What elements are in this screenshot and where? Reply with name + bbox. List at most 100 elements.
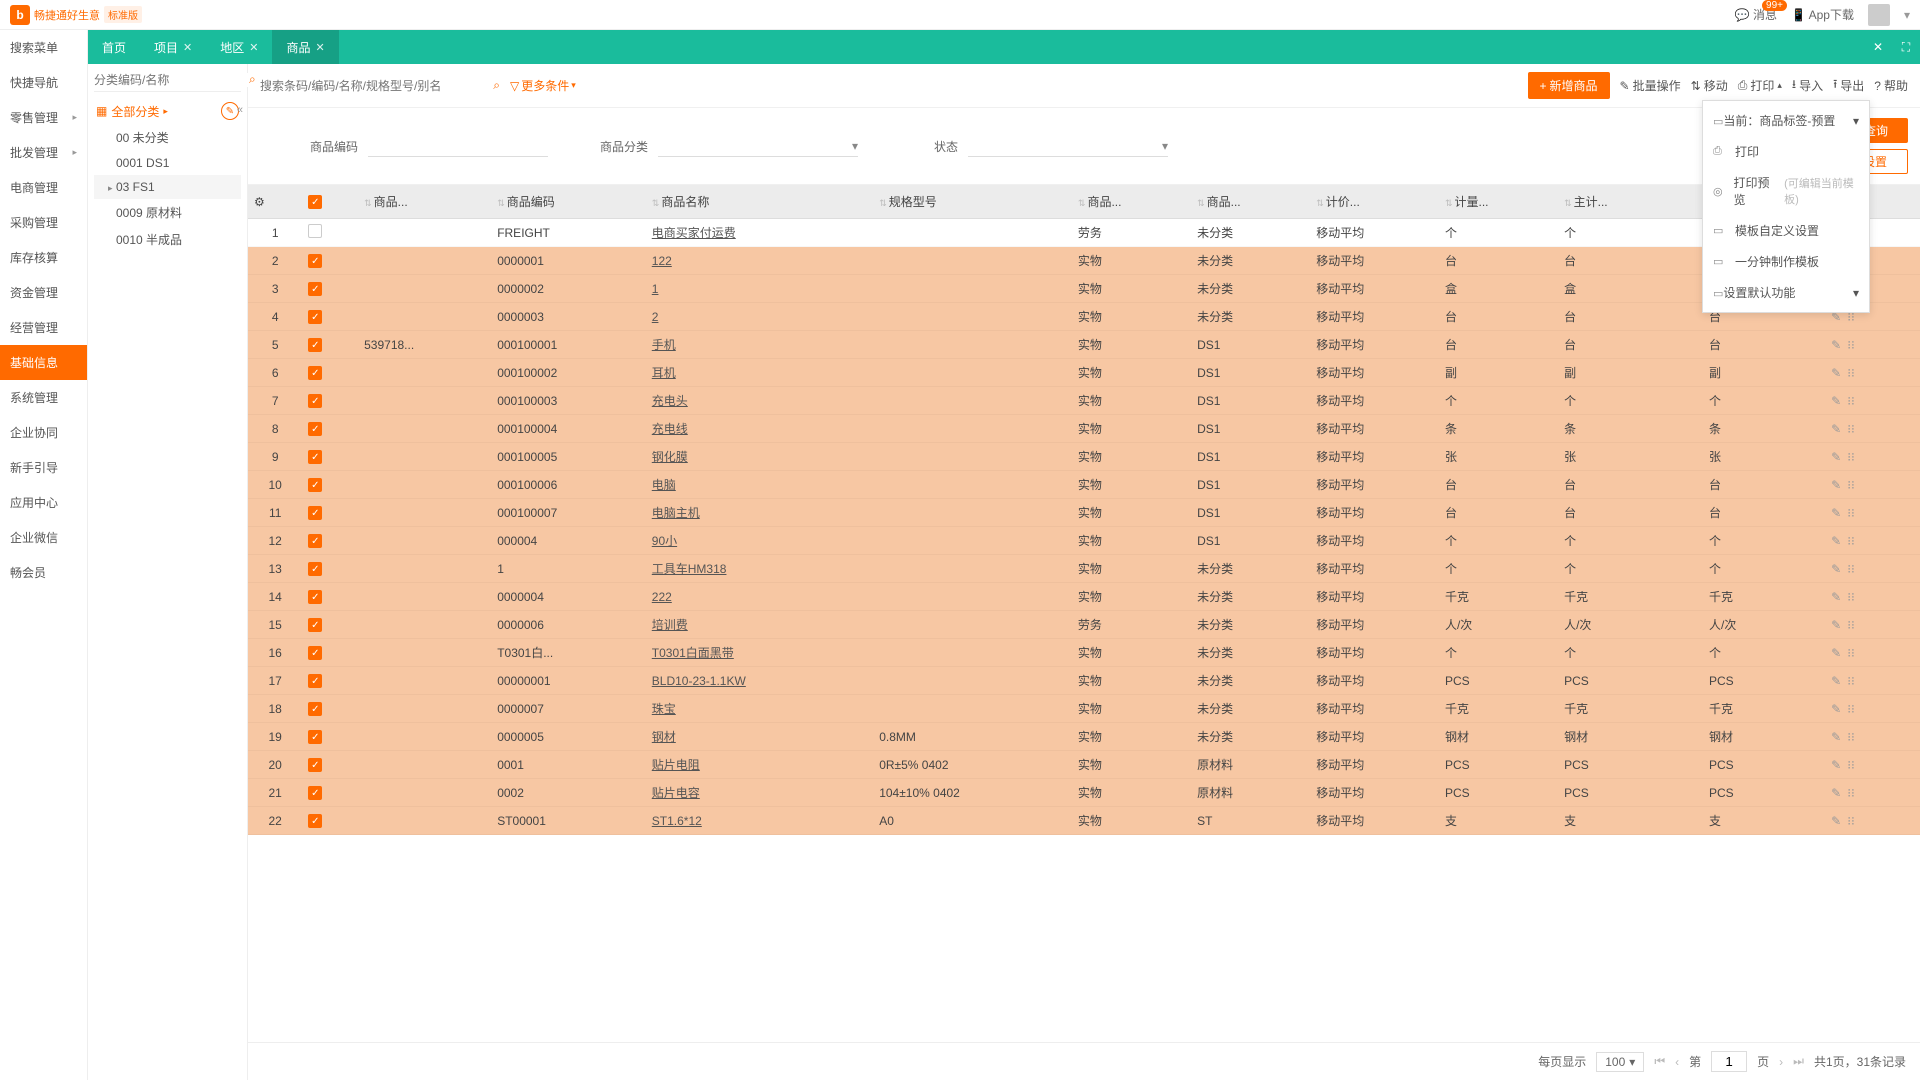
row-checkbox[interactable] xyxy=(308,224,322,238)
table-row[interactable]: 20✓0001贴片电阻0R±5% 0402实物原材料移动平均PCSPCSPCS✎… xyxy=(248,751,1920,779)
row-checkbox[interactable]: ✓ xyxy=(308,366,322,380)
product-name-link[interactable]: 充电线 xyxy=(652,422,688,436)
side-item[interactable]: 系统管理 xyxy=(0,380,87,415)
tree-search-input[interactable] xyxy=(94,73,249,87)
import-action[interactable]: ⭳导入 xyxy=(1792,75,1823,96)
more-row-icon[interactable]: ⁝⁝ xyxy=(1847,646,1855,660)
move-action[interactable]: ⇅移动 xyxy=(1691,77,1728,94)
tab[interactable]: 商品✕ xyxy=(272,30,338,64)
print-item[interactable]: ⎙打印 xyxy=(1703,136,1869,167)
filter-cat-select[interactable]: ▾ xyxy=(658,136,858,157)
first-page-icon[interactable]: ⏮ xyxy=(1654,1054,1665,1069)
table-row[interactable]: 1FREIGHT电商买家付运费劳务未分类移动平均个个个✎⁝⁝ xyxy=(248,219,1920,247)
more-row-icon[interactable]: ⁝⁝ xyxy=(1847,562,1855,576)
more-row-icon[interactable]: ⁝⁝ xyxy=(1847,338,1855,352)
product-name-link[interactable]: 钢化膜 xyxy=(652,450,688,464)
side-item[interactable]: 企业协同 xyxy=(0,415,87,450)
filter-code-input[interactable] xyxy=(368,135,548,157)
next-page-icon[interactable]: › xyxy=(1779,1055,1783,1069)
more-row-icon[interactable]: ⁝⁝ xyxy=(1847,478,1855,492)
table-row[interactable]: 21✓0002贴片电容104±10% 0402实物原材料移动平均PCSPCSPC… xyxy=(248,779,1920,807)
side-item[interactable]: 新手引导 xyxy=(0,450,87,485)
column-header[interactable] xyxy=(1677,185,1703,219)
column-header[interactable]: ⚙ xyxy=(248,185,302,219)
row-checkbox[interactable]: ✓ xyxy=(308,310,322,324)
table-row[interactable]: 6✓000100002耳机实物DS1移动平均副副副✎⁝⁝ xyxy=(248,359,1920,387)
table-row[interactable]: 19✓0000005钢材0.8MM实物未分类移动平均钢材钢材钢材✎⁝⁝ xyxy=(248,723,1920,751)
row-checkbox[interactable]: ✓ xyxy=(308,282,322,296)
edit-row-icon[interactable]: ✎ xyxy=(1831,366,1841,380)
close-icon[interactable]: ✕ xyxy=(249,41,258,54)
collapse-tree-icon[interactable]: « xyxy=(237,104,243,116)
gear-icon[interactable]: ⚙ xyxy=(254,195,265,209)
side-item[interactable]: 资金管理 xyxy=(0,275,87,310)
side-item[interactable]: 搜索菜单 xyxy=(0,30,87,65)
more-filters-link[interactable]: ▽ 更多条件 ▾ xyxy=(510,77,576,94)
edit-row-icon[interactable]: ✎ xyxy=(1831,422,1841,436)
more-row-icon[interactable]: ⁝⁝ xyxy=(1847,702,1855,716)
tree-node[interactable]: 0009 原材料 xyxy=(94,199,241,226)
print-current-template[interactable]: ▭当前：商品标签-预置 ▾ xyxy=(1703,105,1869,136)
row-checkbox[interactable]: ✓ xyxy=(308,702,322,716)
more-row-icon[interactable]: ⁝⁝ xyxy=(1847,450,1855,464)
side-item[interactable]: 应用中心 xyxy=(0,485,87,520)
edit-row-icon[interactable]: ✎ xyxy=(1831,618,1841,632)
print-preview-item[interactable]: ◎打印预览 (可编辑当前模板) xyxy=(1703,167,1869,215)
column-header[interactable]: ⇅主计... xyxy=(1558,185,1677,219)
row-checkbox[interactable]: ✓ xyxy=(308,338,322,352)
side-item[interactable]: 电商管理 xyxy=(0,170,87,205)
table-row[interactable]: 12✓00000490小实物DS1移动平均个个个✎⁝⁝ xyxy=(248,527,1920,555)
side-item[interactable]: 快捷导航 xyxy=(0,65,87,100)
row-checkbox[interactable]: ✓ xyxy=(308,254,322,268)
more-row-icon[interactable]: ⁝⁝ xyxy=(1847,758,1855,772)
product-name-link[interactable]: 1 xyxy=(652,282,659,296)
grid-scroll[interactable]: ⚙✓⇅商品...⇅商品编码⇅商品名称⇅规格型号⇅商品...⇅商品...⇅计价..… xyxy=(248,185,1920,1042)
more-row-icon[interactable]: ⁝⁝ xyxy=(1847,394,1855,408)
table-row[interactable]: 3✓00000021实物未分类移动平均盒盒盒✎⁝⁝ xyxy=(248,275,1920,303)
side-item[interactable]: 批发管理▸ xyxy=(0,135,87,170)
table-row[interactable]: 11✓000100007电脑主机实物DS1移动平均台台台✎⁝⁝ xyxy=(248,499,1920,527)
messages-link[interactable]: 💬 消息 99+ xyxy=(1735,6,1777,23)
more-row-icon[interactable]: ⁝⁝ xyxy=(1847,590,1855,604)
product-name-link[interactable]: BLD10-23-1.1KW xyxy=(652,674,746,688)
tab[interactable]: 地区✕ xyxy=(206,30,272,64)
table-row[interactable]: 2✓0000001122实物未分类移动平均台台台✎⁝⁝ xyxy=(248,247,1920,275)
column-header[interactable]: ⇅计量... xyxy=(1439,185,1558,219)
product-name-link[interactable]: 222 xyxy=(652,590,672,604)
tree-search[interactable]: ⌕ xyxy=(94,72,241,92)
row-checkbox[interactable]: ✓ xyxy=(308,730,322,744)
table-row[interactable]: 16✓T0301白...T0301白面黑带实物未分类移动平均个个个✎⁝⁝ xyxy=(248,639,1920,667)
more-row-icon[interactable]: ⁝⁝ xyxy=(1847,366,1855,380)
product-name-link[interactable]: 2 xyxy=(652,310,659,324)
table-row[interactable]: 7✓000100003充电头实物DS1移动平均个个个✎⁝⁝ xyxy=(248,387,1920,415)
row-checkbox[interactable]: ✓ xyxy=(308,422,322,436)
batch-action[interactable]: ✎批量操作 xyxy=(1620,77,1681,94)
template-custom-item[interactable]: ▭模板自定义设置 xyxy=(1703,215,1869,246)
more-row-icon[interactable]: ⁝⁝ xyxy=(1847,618,1855,632)
edit-row-icon[interactable]: ✎ xyxy=(1831,674,1841,688)
column-header[interactable]: ✓ xyxy=(302,185,358,219)
column-header[interactable]: ⇅计价... xyxy=(1310,185,1439,219)
row-checkbox[interactable]: ✓ xyxy=(308,450,322,464)
side-item[interactable]: 采购管理 xyxy=(0,205,87,240)
row-checkbox[interactable]: ✓ xyxy=(308,618,322,632)
select-all-checkbox[interactable]: ✓ xyxy=(308,195,322,209)
toolbar-search-input[interactable] xyxy=(260,79,493,93)
edit-row-icon[interactable]: ✎ xyxy=(1831,394,1841,408)
side-item[interactable]: 零售管理▸ xyxy=(0,100,87,135)
add-product-button[interactable]: + 新增商品 xyxy=(1528,72,1610,99)
column-header[interactable]: ⇅商品... xyxy=(1191,185,1310,219)
table-row[interactable]: 17✓00000001BLD10-23-1.1KW实物未分类移动平均PCSPCS… xyxy=(248,667,1920,695)
search-icon[interactable]: ⌕ xyxy=(493,78,500,93)
table-row[interactable]: 14✓0000004222实物未分类移动平均千克千克千克✎⁝⁝ xyxy=(248,583,1920,611)
more-row-icon[interactable]: ⁝⁝ xyxy=(1847,422,1855,436)
column-header[interactable]: ⇅商品... xyxy=(358,185,491,219)
edit-row-icon[interactable]: ✎ xyxy=(1831,562,1841,576)
side-item[interactable]: 畅会员 xyxy=(0,555,87,590)
chevron-down-icon[interactable]: ▾ xyxy=(1904,8,1910,22)
more-row-icon[interactable]: ⁝⁝ xyxy=(1847,786,1855,800)
prev-page-icon[interactable]: ‹ xyxy=(1675,1055,1679,1069)
edit-row-icon[interactable]: ✎ xyxy=(1831,338,1841,352)
tab[interactable]: 首页 xyxy=(88,30,140,64)
product-name-link[interactable]: 培训费 xyxy=(652,618,688,632)
